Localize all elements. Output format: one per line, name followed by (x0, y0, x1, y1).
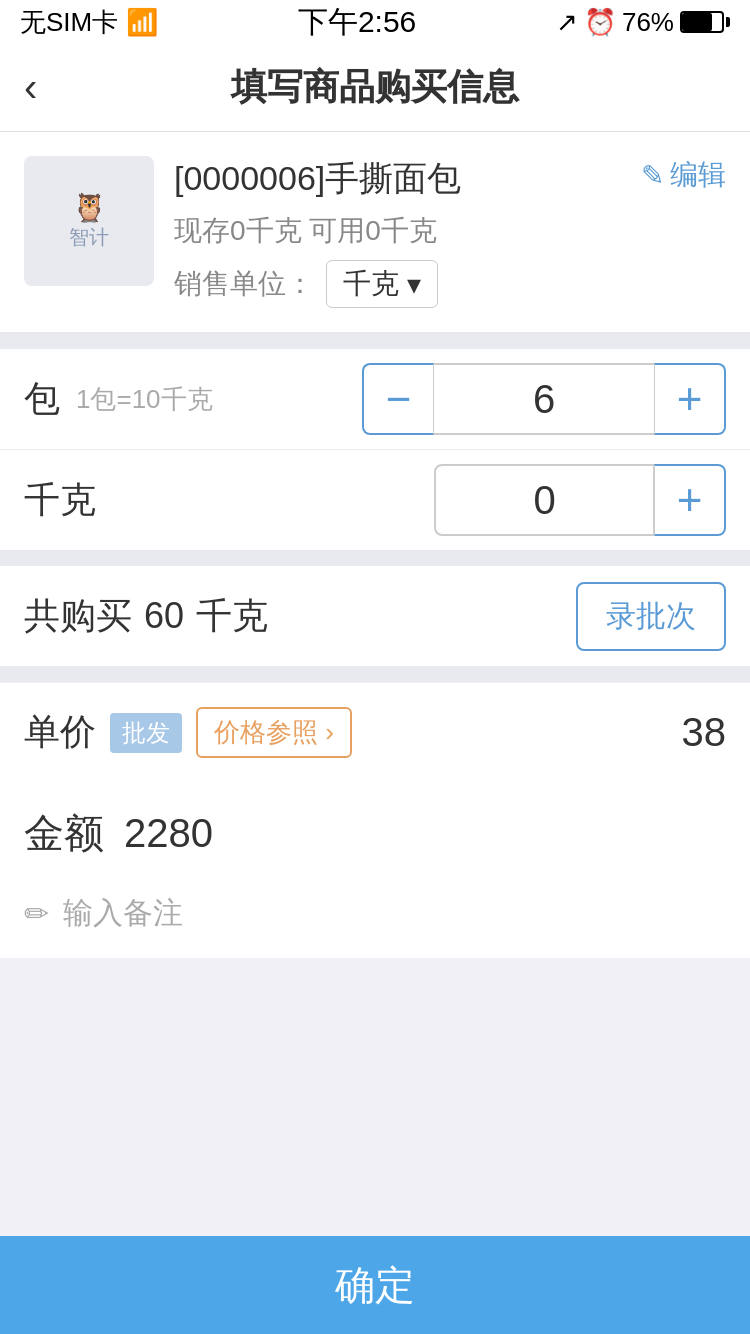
kg-plus-button[interactable]: + (654, 464, 726, 536)
status-right: ↗ ⏰ 76% (556, 7, 730, 38)
total-section: 共购买 60 千克 录批次 (0, 566, 750, 666)
kg-section: 千克 + (0, 450, 750, 550)
time-display: 下午2:56 (298, 2, 416, 43)
amount-row: 金额 2280 (24, 806, 726, 861)
status-left: 无SIM卡 📶 (20, 5, 158, 40)
edit-button[interactable]: ✎ 编辑 (641, 156, 726, 194)
price-label: 单价 (24, 708, 96, 757)
remark-row[interactable]: ✏ 输入备注 (24, 877, 726, 958)
package-plus-button[interactable]: + (654, 363, 726, 435)
total-prefix: 共购买 (24, 592, 132, 641)
unit-select[interactable]: 千克 ▾ (326, 260, 438, 308)
location-icon: ↗ (556, 7, 578, 38)
package-input[interactable] (434, 363, 654, 435)
battery-icon (680, 11, 730, 33)
separator-1 (0, 333, 750, 349)
package-hint: 1包=10千克 (76, 382, 362, 417)
package-row: 包 1包=10千克 − + (24, 349, 726, 449)
package-minus-button[interactable]: − (362, 363, 434, 435)
package-controls: − + (362, 363, 726, 435)
product-stock: 现存0千克 可用0千克 (174, 212, 726, 250)
unit-value: 千克 (343, 265, 399, 303)
total-quantity: 60 (144, 595, 184, 637)
price-tag: 批发 (110, 713, 182, 753)
kg-controls: + (434, 464, 726, 536)
product-logo: 🦉 智计 (69, 191, 109, 251)
carrier-label: 无SIM卡 (20, 5, 118, 40)
batch-button[interactable]: 录批次 (576, 582, 726, 651)
page-title: 填写商品购买信息 (231, 63, 519, 112)
pencil-icon: ✏ (24, 896, 49, 931)
total-unit: 千克 (196, 592, 268, 641)
price-section: 单价 批发 价格参照 › 38 (0, 682, 750, 782)
price-value: 38 (682, 710, 727, 755)
edit-icon: ✎ (641, 159, 664, 192)
product-card: 🦉 智计 [0000006]手撕面包 现存0千克 可用0千克 销售单位： 千克 … (0, 132, 750, 333)
wifi-icon: 📶 (126, 7, 158, 38)
separator-3 (0, 550, 750, 566)
package-section: 包 1包=10千克 − + (0, 349, 750, 449)
amount-section: 金额 2280 ✏ 输入备注 (0, 782, 750, 958)
kg-label: 千克 (24, 476, 96, 525)
back-button[interactable]: ‹ (24, 65, 37, 110)
chevron-down-icon: ▾ (407, 268, 421, 301)
unit-label: 销售单位： (174, 265, 314, 303)
amount-label: 金额 (24, 806, 104, 861)
kg-input[interactable] (434, 464, 654, 536)
status-bar: 无SIM卡 📶 下午2:56 ↗ ⏰ 76% (0, 0, 750, 44)
alarm-icon: ⏰ (584, 7, 616, 38)
product-unit-row: 销售单位： 千克 ▾ (174, 260, 726, 308)
remark-text: 输入备注 (63, 893, 183, 934)
price-ref-button[interactable]: 价格参照 › (196, 707, 352, 758)
package-label: 包 (24, 375, 60, 424)
product-image: 🦉 智计 (24, 156, 154, 286)
confirm-button[interactable]: 确定 (0, 1236, 750, 1334)
kg-row: 千克 + (24, 450, 726, 550)
battery-percent: 76% (622, 7, 674, 38)
amount-value: 2280 (124, 811, 213, 856)
nav-bar: ‹ 填写商品购买信息 (0, 44, 750, 132)
separator-4 (0, 666, 750, 682)
